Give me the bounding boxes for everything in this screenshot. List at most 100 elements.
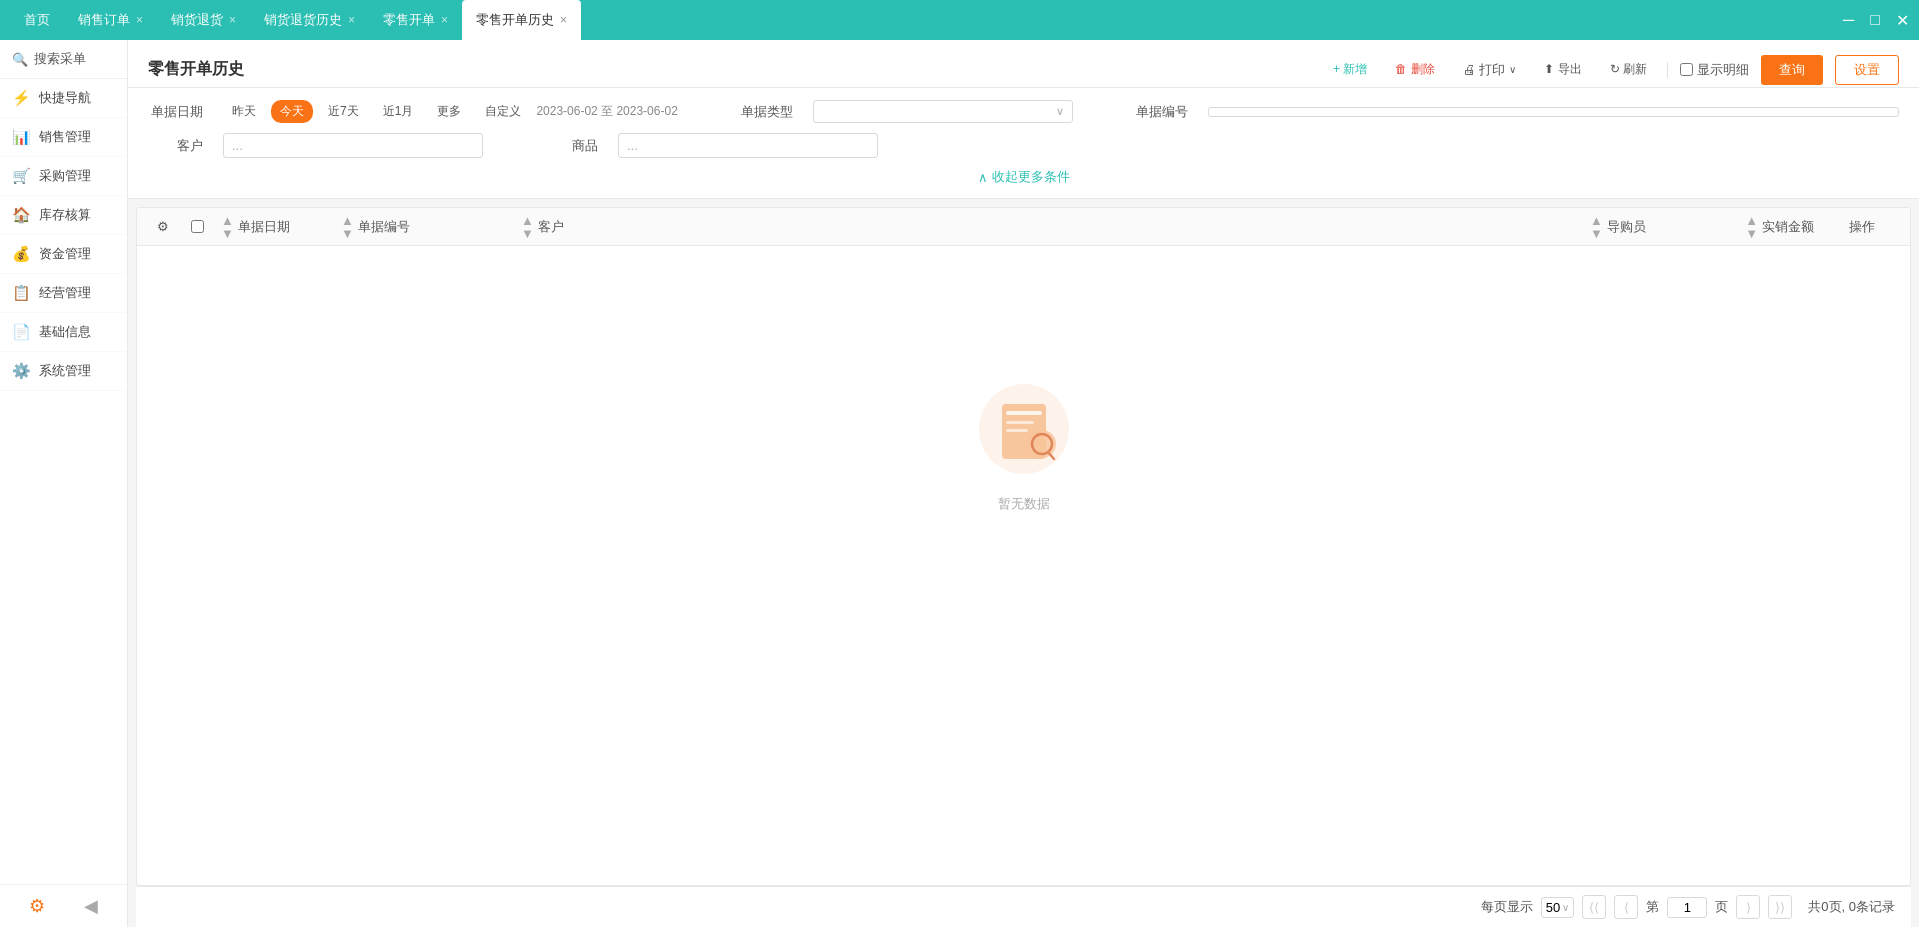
tab-sales-return-history-label: 销货退货历史 xyxy=(264,11,342,29)
tab-sales-return-label: 销货退货 xyxy=(171,11,223,29)
sidebar-item-basic-info[interactable]: 📄 基础信息 xyxy=(0,313,127,352)
date-btn-yesterday[interactable]: 昨天 xyxy=(223,100,265,123)
date-filter-label: 单据日期 xyxy=(148,103,203,121)
empty-illustration xyxy=(974,379,1074,479)
next-page-button[interactable]: ⟩ xyxy=(1736,895,1760,919)
minimize-icon[interactable]: ─ xyxy=(1843,11,1854,29)
filter-row-2: 客户 ... 商品 ... xyxy=(148,133,1899,158)
sidebar-item-ops-label: 经营管理 xyxy=(39,284,91,302)
customer-sort-icon[interactable]: ▲▼ xyxy=(521,214,534,240)
goods-input[interactable]: ... xyxy=(618,133,878,158)
tab-sales-return-history-close[interactable]: × xyxy=(348,13,355,27)
amount-sort-icon[interactable]: ▲▼ xyxy=(1745,214,1758,240)
ops-icon: 📋 xyxy=(12,284,31,302)
date-sort-icon[interactable]: ▲▼ xyxy=(221,214,234,240)
sidebar-item-inventory[interactable]: 🏠 库存核算 xyxy=(0,196,127,235)
close-icon[interactable]: ✕ xyxy=(1896,11,1909,30)
settings-button[interactable]: 设置 xyxy=(1835,55,1899,85)
column-settings-icon[interactable]: ⚙ xyxy=(157,219,169,234)
print-dropdown-icon[interactable]: ∨ xyxy=(1509,64,1516,75)
query-button[interactable]: 查询 xyxy=(1761,55,1823,85)
svg-rect-2 xyxy=(1006,411,1042,415)
billno-sort-icon[interactable]: ▲▼ xyxy=(341,214,354,240)
sidebar-search[interactable]: 🔍 搜索采单 xyxy=(0,40,127,79)
delete-button[interactable]: 🗑 删除 xyxy=(1387,57,1442,82)
pagination-summary: 共0页, 0条记录 xyxy=(1808,898,1895,916)
refresh-button[interactable]: ↻ 刷新 xyxy=(1602,57,1655,82)
guide-sort-icon[interactable]: ▲▼ xyxy=(1590,214,1603,240)
empty-text: 暂无数据 xyxy=(998,495,1050,513)
sidebar-bottom: ⚙ ◀ xyxy=(0,884,127,927)
bill-type-select[interactable]: ∨ xyxy=(813,100,1073,123)
collapse-icon: ∧ xyxy=(978,170,988,185)
sidebar-item-purchase-mgmt[interactable]: 🛒 采购管理 xyxy=(0,157,127,196)
finance-icon: 💰 xyxy=(12,245,31,263)
content-area: 零售开单历史 + 新增 🗑 删除 🖨 打印 ∨ ⬆ 导出 ↻ 刷新 显示明细 查… xyxy=(128,40,1919,927)
print-label: 🖨 打印 xyxy=(1463,61,1506,79)
date-btn-7days[interactable]: 近7天 xyxy=(319,100,368,123)
display-detail-checkbox[interactable] xyxy=(1680,63,1693,76)
per-page-value: 50 xyxy=(1546,900,1560,915)
date-filter-group: 昨天 今天 近7天 近1月 更多 自定义 2023-06-02 至 2023-0… xyxy=(223,100,678,123)
tab-retail-open-history[interactable]: 零售开单历史 × xyxy=(462,0,581,40)
tab-sales-order-close[interactable]: × xyxy=(136,13,143,27)
bill-type-label: 单据类型 xyxy=(738,103,793,121)
bill-no-input[interactable] xyxy=(1208,107,1899,117)
select-all-checkbox[interactable] xyxy=(191,220,204,233)
sidebar-item-sales-mgmt[interactable]: 📊 销售管理 xyxy=(0,118,127,157)
date-btn-custom[interactable]: 自定义 xyxy=(476,100,530,123)
maximize-icon[interactable]: □ xyxy=(1870,11,1880,29)
tab-sales-return-close[interactable]: × xyxy=(229,13,236,27)
purchase-mgmt-icon: 🛒 xyxy=(12,167,31,185)
window-controls: ─ □ ✕ xyxy=(1843,11,1909,30)
per-page-select[interactable]: 50 ∨ xyxy=(1541,897,1574,918)
tab-sales-order[interactable]: 销售订单 × xyxy=(64,0,157,40)
svg-rect-4 xyxy=(1006,429,1028,432)
tab-sales-return[interactable]: 销货退货 × xyxy=(157,0,250,40)
sidebar-item-finance-label: 资金管理 xyxy=(39,245,91,263)
th-settings[interactable]: ⚙ xyxy=(145,219,181,234)
date-btn-today[interactable]: 今天 xyxy=(271,100,313,123)
page-prefix-label: 第 xyxy=(1646,898,1659,916)
filter-area: 单据日期 昨天 今天 近7天 近1月 更多 自定义 2023-06-02 至 2… xyxy=(128,88,1919,199)
th-billno: ▲▼ 单据编号 xyxy=(333,214,513,240)
tab-sales-return-history[interactable]: 销货退货历史 × xyxy=(250,0,369,40)
sidebar-settings-icon[interactable]: ⚙ xyxy=(29,895,45,917)
tab-retail-open-close[interactable]: × xyxy=(441,13,448,27)
tab-retail-open[interactable]: 零售开单 × xyxy=(369,0,462,40)
first-page-button[interactable]: ⟨⟨ xyxy=(1582,895,1606,919)
sidebar-item-finance[interactable]: 💰 资金管理 xyxy=(0,235,127,274)
basic-info-icon: 📄 xyxy=(12,323,31,341)
th-checkbox[interactable] xyxy=(181,220,213,233)
prev-page-button[interactable]: ⟨ xyxy=(1614,895,1638,919)
sidebar-item-quick-nav[interactable]: ⚡ 快捷导航 xyxy=(0,79,127,118)
page-title: 零售开单历史 xyxy=(148,59,244,80)
print-button[interactable]: 🖨 打印 ∨ xyxy=(1455,57,1525,83)
display-detail-checkbox-label[interactable]: 显示明细 xyxy=(1680,61,1749,79)
page-suffix-label: 页 xyxy=(1715,898,1728,916)
tab-home[interactable]: 首页 xyxy=(10,0,64,40)
sidebar-collapse-icon[interactable]: ◀ xyxy=(84,895,98,917)
table-header: ⚙ ▲▼ 单据日期 ▲▼ 单据编号 ▲▼ 客户 ▲▼ xyxy=(137,208,1910,246)
add-button[interactable]: + 新增 xyxy=(1325,57,1375,82)
page-number-input[interactable] xyxy=(1667,897,1707,918)
sidebar-item-system[interactable]: ⚙️ 系统管理 xyxy=(0,352,127,391)
goods-label: 商品 xyxy=(543,137,598,155)
table-area: ⚙ ▲▼ 单据日期 ▲▼ 单据编号 ▲▼ 客户 ▲▼ xyxy=(136,207,1911,886)
sidebar-item-purchase-mgmt-label: 采购管理 xyxy=(39,167,91,185)
date-range-display: 2023-06-02 至 2023-06-02 xyxy=(536,103,677,120)
tab-sales-order-label: 销售订单 xyxy=(78,11,130,29)
collapse-button[interactable]: ∧ 收起更多条件 xyxy=(148,168,1899,186)
toolbar-divider xyxy=(1667,62,1668,78)
date-btn-more[interactable]: 更多 xyxy=(428,100,470,123)
export-button[interactable]: ⬆ 导出 xyxy=(1536,57,1589,82)
sidebar-item-sales-mgmt-label: 销售管理 xyxy=(39,128,91,146)
search-icon: 🔍 xyxy=(12,52,28,67)
last-page-button[interactable]: ⟩⟩ xyxy=(1768,895,1792,919)
tab-retail-open-history-close[interactable]: × xyxy=(560,13,567,27)
th-customer: ▲▼ 客户 xyxy=(513,214,1582,240)
toolbar: + 新增 🗑 删除 🖨 打印 ∨ ⬆ 导出 ↻ 刷新 显示明细 查询 设置 xyxy=(1325,55,1899,85)
date-btn-1month[interactable]: 近1月 xyxy=(374,100,423,123)
sidebar-item-ops[interactable]: 📋 经营管理 xyxy=(0,274,127,313)
customer-input[interactable]: ... xyxy=(223,133,483,158)
